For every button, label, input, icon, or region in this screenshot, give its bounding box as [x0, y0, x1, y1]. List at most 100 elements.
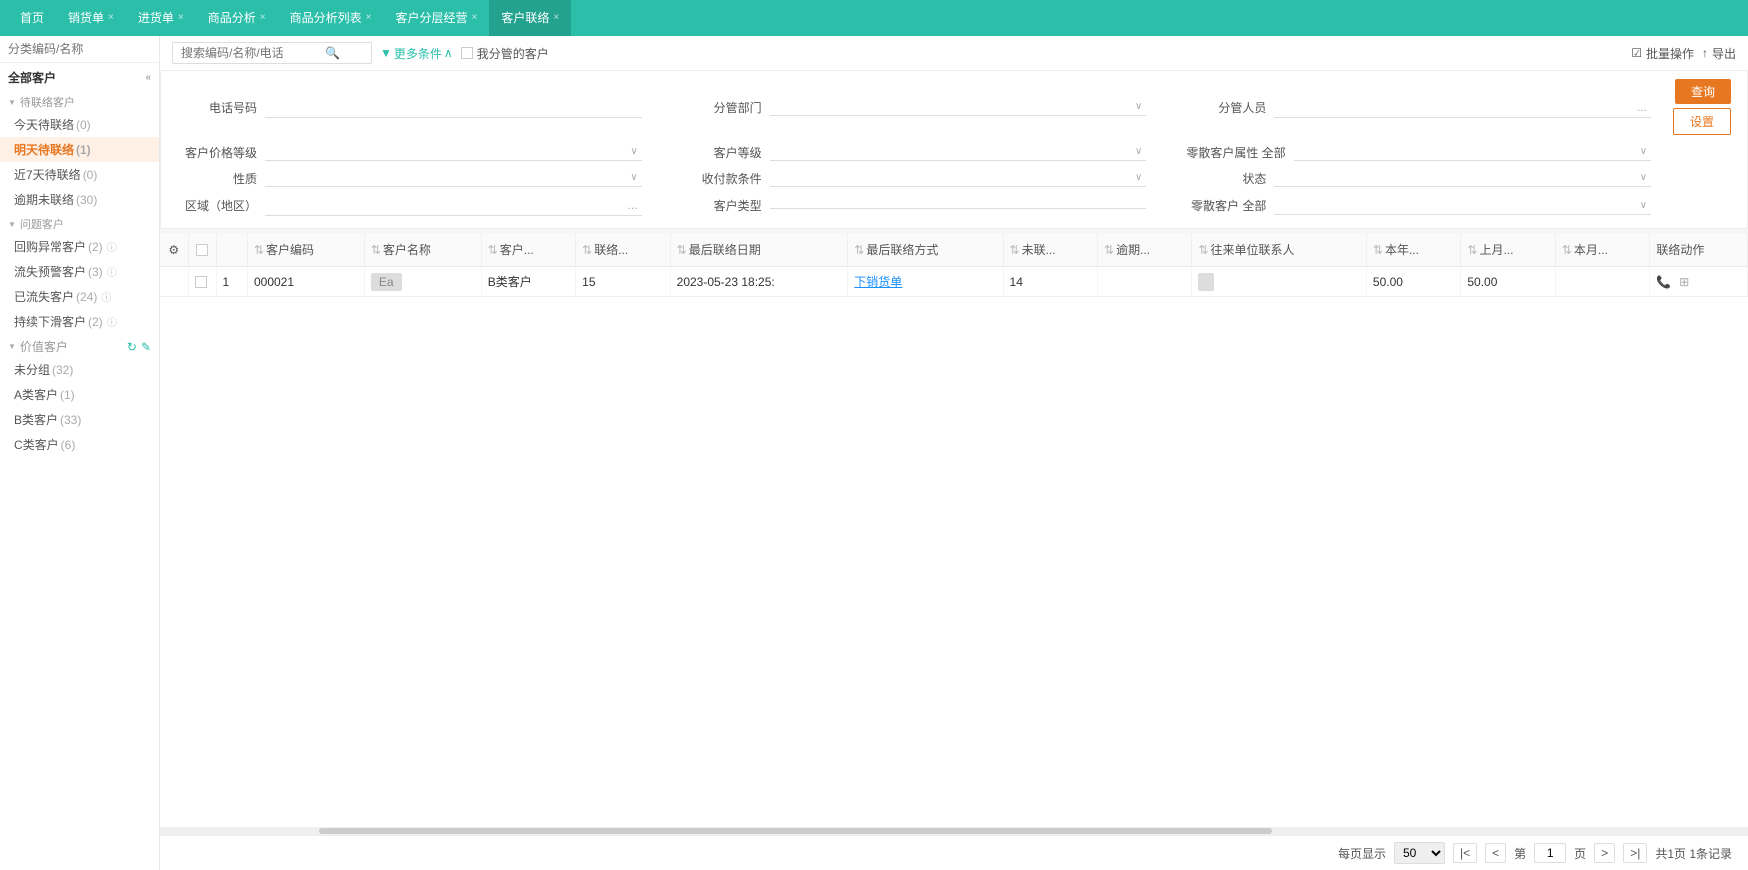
sidebar-item-class-c[interactable]: C类客户(6) [0, 432, 159, 457]
th-type[interactable]: ⇅客户... [481, 233, 575, 267]
th-this-year[interactable]: ⇅本年... [1366, 233, 1460, 267]
th-last-date[interactable]: ⇅最后联络日期 [670, 233, 848, 267]
sidebar-item-today-contact[interactable]: 今天待联络(0) [0, 112, 159, 137]
collapse-icon[interactable]: « [145, 72, 151, 83]
filter-label-manager: 分管人员 [1186, 99, 1266, 116]
nav-home[interactable]: 首页 [8, 0, 56, 36]
sidebar-search-input[interactable] [8, 42, 160, 56]
my-customers-label: 我分管的客户 [477, 45, 549, 62]
th-action: 联络动作 [1650, 233, 1748, 267]
filter-label-dept: 分管部门 [682, 99, 762, 116]
sidebar-item-class-a[interactable]: A类客户(1) [0, 382, 159, 407]
last-page-btn[interactable]: >| [1623, 843, 1647, 863]
cell-check [188, 267, 216, 297]
sidebar-item-churned[interactable]: 已流失客户(24) ⓘ [0, 284, 159, 309]
first-page-btn[interactable]: |< [1453, 843, 1477, 863]
sidebar-item-7days-contact[interactable]: 近7天待联络(0) [0, 162, 159, 187]
filter-select-dept[interactable]: ∨ [770, 98, 1147, 116]
manager-more-icon[interactable]: ... [1637, 100, 1647, 114]
filter-label-price-level: 客户价格等级 [177, 144, 257, 161]
my-customers-checkbox[interactable] [461, 47, 473, 59]
close-product-analysis-icon[interactable]: × [260, 0, 266, 36]
filter-select-scatter-attr[interactable]: ∨ [1294, 143, 1651, 161]
close-sales-order-icon[interactable]: × [108, 0, 114, 36]
close-customer-tier-icon[interactable]: × [471, 0, 477, 36]
filter-select-nature[interactable]: ∨ [265, 169, 642, 187]
sidebar-item-class-b[interactable]: B类客户(33) [0, 407, 159, 432]
sidebar: 🔍 全部客户 « 待联络客户 今天待联络(0) 明天待联络(1) 近7天待联络(… [0, 36, 160, 870]
nature-arrow-icon: ∨ [630, 172, 637, 183]
dept-arrow-icon: ∨ [1135, 101, 1142, 112]
horizontal-scrollbar[interactable] [160, 827, 1748, 835]
sort-this-month-icon: ⇅ [1562, 243, 1572, 257]
next-page-btn[interactable]: > [1594, 843, 1615, 863]
sidebar-search-area: 🔍 [0, 36, 159, 63]
filter-select-scatter-customer[interactable]: ∨ [1274, 197, 1651, 215]
region-more-icon[interactable]: ... [628, 198, 638, 212]
nav-purchase-order[interactable]: 进货单 × [126, 0, 196, 36]
nav-product-analysis-list[interactable]: 商品分析列表 × [278, 0, 384, 36]
query-btn[interactable]: 查询 [1675, 79, 1731, 104]
batch-op-btn[interactable]: ☑ 批量操作 [1631, 45, 1694, 62]
th-unit-contact[interactable]: ⇅往来单位联系人 [1192, 233, 1366, 267]
search-icon[interactable]: 🔍 [325, 46, 340, 60]
export-btn[interactable]: ↑ 导出 [1702, 45, 1736, 62]
phone-action-icon[interactable]: 📞 [1656, 275, 1671, 289]
close-purchase-order-icon[interactable]: × [178, 0, 184, 36]
sort-uncontacted-icon: ⇅ [1010, 243, 1020, 257]
sidebar-item-overdue-contact[interactable]: 逾期未联络(30) [0, 187, 159, 212]
th-code[interactable]: ⇅客户编码 [247, 233, 364, 267]
filter-label-nature: 性质 [177, 170, 257, 187]
close-customer-contact-icon[interactable]: × [553, 0, 559, 36]
filter-field-customer-level: 客户等级 ∨ [682, 143, 1147, 161]
th-last-month[interactable]: ⇅上月... [1461, 233, 1555, 267]
gear-icon[interactable]: ⚙ [168, 243, 179, 257]
scrollbar-thumb[interactable] [319, 828, 1272, 834]
th-last-way[interactable]: ⇅最后联络方式 [848, 233, 1003, 267]
sidebar-item-ungrouped[interactable]: 未分组(32) [0, 357, 159, 382]
all-customers-header[interactable]: 全部客户 « [0, 63, 159, 90]
cell-type: B类客户 [481, 267, 575, 297]
nav-sales-order[interactable]: 销货单 × [56, 0, 126, 36]
th-overdue[interactable]: ⇅逾期... [1098, 233, 1192, 267]
set-btn[interactable]: 设置 [1673, 108, 1731, 135]
filter-label-payment: 收付款条件 [682, 170, 762, 187]
value-customer-edit[interactable]: ✎ [141, 340, 151, 354]
filter-select-price-level[interactable]: ∨ [265, 143, 642, 161]
filter-select-customer-type[interactable] [770, 202, 1147, 209]
total-label: 共1页 1条记录 [1655, 845, 1732, 862]
name-masked: Ea [371, 273, 402, 291]
nav-product-analysis[interactable]: 商品分析 × [196, 0, 278, 36]
my-customers-checkbox-area[interactable]: 我分管的客户 [461, 45, 549, 62]
search-input[interactable] [181, 46, 321, 60]
row-checkbox[interactable] [195, 276, 207, 288]
prev-page-btn[interactable]: < [1485, 843, 1506, 863]
more-filters-btn[interactable]: ▼ 更多条件 ∧ [380, 45, 453, 62]
nav-customer-tier[interactable]: 客户分层经营 × [383, 0, 489, 36]
select-all-checkbox[interactable] [196, 244, 208, 256]
filter-select-customer-level[interactable]: ∨ [770, 143, 1147, 161]
filter-field-manager: 分管人员 ... [1186, 97, 1651, 118]
value-customer-refresh[interactable]: ↻ [127, 340, 137, 354]
th-uncontacted[interactable]: ⇅未联... [1003, 233, 1097, 267]
sidebar-item-repurchase-anomaly[interactable]: 回购异常客户(2) ⓘ [0, 234, 159, 259]
cell-unit-contact [1192, 267, 1366, 297]
last-contact-way-link[interactable]: 下销货单 [854, 275, 902, 289]
unit-contact-masked [1198, 273, 1214, 291]
page-number-input[interactable] [1534, 843, 1566, 863]
close-product-analysis-list-icon[interactable]: × [366, 0, 372, 36]
th-name[interactable]: ⇅客户名称 [364, 233, 481, 267]
grid-action-icon[interactable]: ⊞ [1679, 275, 1689, 289]
th-this-month[interactable]: ⇅本月... [1555, 233, 1649, 267]
filter-input-phone[interactable] [265, 97, 642, 118]
sidebar-item-declining[interactable]: 持续下滑客户(2) ⓘ [0, 309, 159, 334]
th-contact[interactable]: ⇅联络... [576, 233, 670, 267]
th-gear[interactable]: ⚙ [160, 233, 188, 267]
per-page-select[interactable]: 50 100 200 [1394, 842, 1445, 864]
filter-select-payment[interactable]: ∨ [770, 169, 1147, 187]
filter-row-3: 性质 ∨ 收付款条件 ∨ 状态 [177, 169, 1731, 187]
nav-customer-contact[interactable]: 客户联络 × [489, 0, 571, 36]
filter-select-status[interactable]: ∨ [1274, 169, 1651, 187]
sidebar-item-tomorrow-contact[interactable]: 明天待联络(1) [0, 137, 159, 162]
sidebar-item-churn-warning[interactable]: 流失预警客户(3) ⓘ [0, 259, 159, 284]
